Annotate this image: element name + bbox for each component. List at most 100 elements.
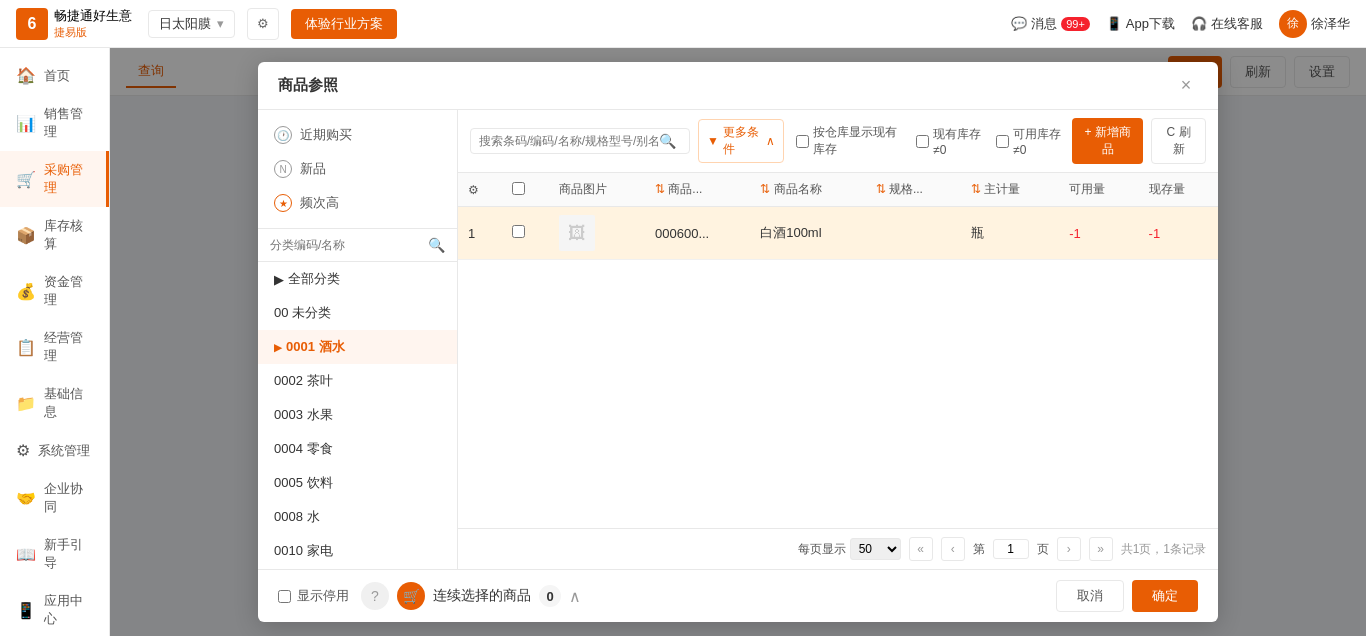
sales-icon: 📊 — [16, 114, 36, 133]
system-icon: ⚙ — [16, 441, 30, 460]
last-page-button[interactable]: » — [1089, 537, 1113, 561]
quick-nav-frequent[interactable]: ★ 频次高 — [258, 186, 457, 220]
help-button[interactable]: ? — [361, 582, 389, 610]
checkbox-available-neq0[interactable]: 可用库存≠0 — [996, 126, 1064, 157]
per-page-select[interactable]: 50 100 200 — [850, 538, 901, 560]
modal-close-button[interactable]: × — [1174, 74, 1198, 98]
modal-header: 商品参照 × — [258, 62, 1218, 110]
sidebar-item-finance[interactable]: 💰 资金管理 — [0, 263, 109, 319]
sidebar-item-sales[interactable]: 📊 销售管理 — [0, 95, 109, 151]
message-nav-item[interactable]: 💬 消息 99+ — [1011, 15, 1090, 33]
th-spec[interactable]: ⇅ 规格... — [866, 173, 961, 207]
online-service-nav-item[interactable]: 🎧 在线客服 — [1191, 15, 1263, 33]
trial-button[interactable]: 体验行业方案 — [291, 9, 397, 39]
refresh-button[interactable]: C 刷新 — [1151, 118, 1206, 164]
sidebar-item-system[interactable]: ⚙ 系统管理 — [0, 431, 109, 470]
settings-button[interactable]: ⚙ — [247, 8, 279, 40]
next-page-button[interactable]: › — [1057, 537, 1081, 561]
td-available: -1 — [1059, 207, 1138, 260]
checkbox-warehouse[interactable]: 按仓库显示现有库存 — [796, 124, 905, 158]
quick-nav-new[interactable]: N 新品 — [258, 152, 457, 186]
sidebar-item-basic-info[interactable]: 📁 基础信息 — [0, 375, 109, 431]
show-disabled-label: 显示停用 — [297, 587, 349, 605]
page-number-input[interactable] — [993, 539, 1029, 559]
category-item-0008[interactable]: 0008 水 — [258, 500, 457, 534]
footer-icons: ? 🛒 连续选择的商品 0 ∧ — [361, 582, 581, 610]
th-name[interactable]: ⇅ 商品名称 — [750, 173, 865, 207]
category-item-all[interactable]: ▶ 全部分类 — [258, 262, 457, 296]
footer-left: 显示停用 — [278, 587, 349, 605]
app-download-nav-item[interactable]: 📱 App下载 — [1106, 15, 1175, 33]
sidebar-item-guide[interactable]: 📖 新手引导 — [0, 526, 109, 582]
cart-icon: 🛒 — [403, 588, 420, 604]
toolbar-right: + 新增商品 C 刷新 — [1072, 118, 1206, 164]
star-icon: ★ — [274, 194, 292, 212]
modal-body: 🕐 近期购买 N 新品 ★ 频次高 — [258, 110, 1218, 569]
modal-title: 商品参照 — [278, 76, 338, 95]
category-item-0002[interactable]: 0002 茶叶 — [258, 364, 457, 398]
cart-button[interactable]: 🛒 — [397, 582, 425, 610]
checkbox-warehouse-input[interactable] — [796, 135, 809, 148]
first-page-button[interactable]: « — [909, 537, 933, 561]
category-search-icon[interactable]: 🔍 — [428, 237, 445, 253]
sidebar-item-operations[interactable]: 📋 经营管理 — [0, 319, 109, 375]
product-image: 🖼 — [559, 215, 595, 251]
sidebar-item-enterprise[interactable]: 🤝 企业协同 — [0, 470, 109, 526]
table-row[interactable]: 1 🖼 — [458, 207, 1218, 260]
quick-nav-label: 频次高 — [300, 194, 339, 212]
td-checkbox — [502, 207, 549, 260]
th-code[interactable]: ⇅ 商品... — [645, 173, 750, 207]
sidebar-item-label: 企业协同 — [44, 480, 93, 516]
message-badge: 99+ — [1061, 17, 1090, 31]
page-label: 第 — [973, 541, 985, 558]
new-icon: N — [274, 160, 292, 178]
sidebar-item-label: 销售管理 — [44, 105, 93, 141]
row-checkbox[interactable] — [512, 225, 525, 238]
username-label: 徐泽华 — [1311, 15, 1350, 33]
table-header-row: ⚙ 商品图片 — [458, 173, 1218, 207]
show-disabled-input[interactable] — [278, 590, 291, 603]
prev-page-button[interactable]: ‹ — [941, 537, 965, 561]
inventory-icon: 📦 — [16, 226, 36, 245]
add-product-button[interactable]: + 新增商品 — [1072, 118, 1143, 164]
operations-icon: 📋 — [16, 338, 36, 357]
filter-button[interactable]: ▼ 更多条件 ∧ — [698, 119, 784, 163]
user-nav-item[interactable]: 徐 徐泽华 — [1279, 10, 1350, 38]
category-item-0001[interactable]: ▶ 0001 酒水 — [258, 330, 457, 364]
page-suffix: 页 — [1037, 541, 1049, 558]
product-reference-modal: 商品参照 × 🕐 近期购买 N — [258, 62, 1218, 622]
sidebar-item-label: 资金管理 — [44, 273, 93, 309]
select-all-checkbox[interactable] — [512, 182, 525, 195]
page-size-selector: 每页显示 50 100 200 — [798, 538, 901, 560]
category-item-0003[interactable]: 0003 水果 — [258, 398, 457, 432]
footer-collapse-icon[interactable]: ∧ — [569, 587, 581, 606]
store-selector[interactable]: 日太阳膜 ▾ — [148, 10, 235, 38]
th-unit[interactable]: ⇅ 主计量 — [961, 173, 1059, 207]
logo-area: 6 畅捷通好生意 捷易版 — [16, 7, 132, 40]
category-item-0010[interactable]: 0010 家电 — [258, 534, 457, 568]
cancel-button[interactable]: 取消 — [1056, 580, 1124, 612]
sidebar-item-label: 应用中心 — [44, 592, 93, 628]
category-item-00[interactable]: 00 未分类 — [258, 296, 457, 330]
sidebar-item-label: 新手引导 — [44, 536, 93, 572]
modal-left-panel: 🕐 近期购买 N 新品 ★ 频次高 — [258, 110, 458, 569]
show-disabled-checkbox[interactable]: 显示停用 — [278, 587, 349, 605]
sidebar-item-app-center[interactable]: 📱 应用中心 — [0, 582, 109, 636]
sidebar-item-purchase[interactable]: 🛒 采购管理 — [0, 151, 109, 207]
settings-icon[interactable]: ⚙ — [468, 183, 479, 197]
confirm-button[interactable]: 确定 — [1132, 580, 1198, 612]
category-item-0005[interactable]: 0005 饮料 — [258, 466, 457, 500]
category-search-input[interactable] — [270, 238, 428, 252]
category-list: ▶ 全部分类 00 未分类 ▶ 0001 酒水 0002 茶 — [258, 262, 457, 569]
checkbox-stock-neq0[interactable]: 现有库存≠0 — [916, 126, 984, 157]
checkbox-stock-neq0-input[interactable] — [916, 135, 929, 148]
sidebar-item-home[interactable]: 🏠 首页 — [0, 56, 109, 95]
product-search-icon[interactable]: 🔍 — [659, 133, 676, 149]
checkbox-available-neq0-input[interactable] — [996, 135, 1009, 148]
purchase-icon: 🛒 — [16, 170, 36, 189]
category-item-0004[interactable]: 0004 零食 — [258, 432, 457, 466]
product-search-input[interactable] — [479, 134, 659, 148]
quick-nav-recent[interactable]: 🕐 近期购买 — [258, 118, 457, 152]
sidebar-item-inventory[interactable]: 📦 库存核算 — [0, 207, 109, 263]
td-stock: -1 — [1139, 207, 1218, 260]
